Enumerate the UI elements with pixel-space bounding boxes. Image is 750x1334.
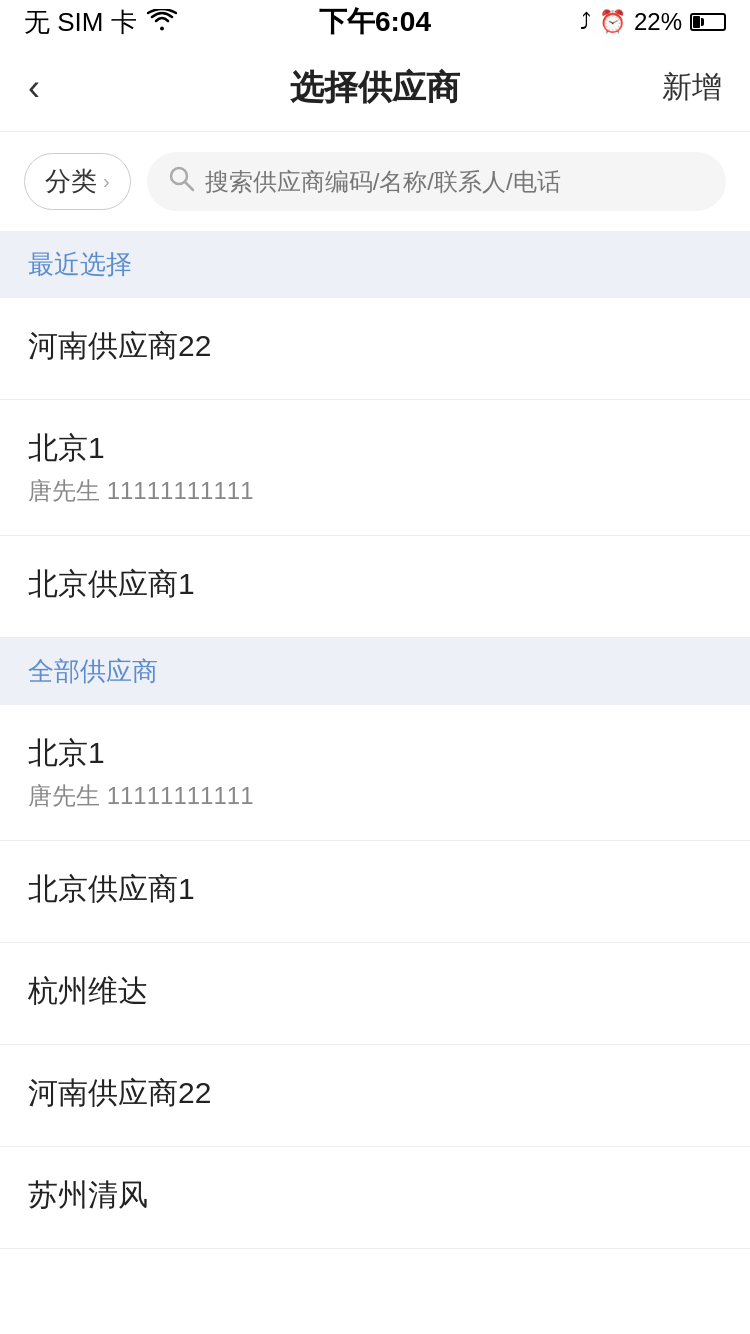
- all-section-label: 全部供应商: [28, 656, 158, 686]
- add-new-button[interactable]: 新增: [662, 67, 722, 108]
- recent-section-label: 最近选择: [28, 249, 132, 279]
- status-right: ⤴ ⏰ 22%: [580, 8, 726, 36]
- filter-bar: 分类 ›: [0, 132, 750, 231]
- nav-bar: ‹ 选择供应商 新增: [0, 44, 750, 132]
- search-input[interactable]: [205, 168, 706, 196]
- supplier-name: 北京供应商1: [28, 869, 722, 910]
- list-item[interactable]: 北京1 唐先生 11111111111: [0, 705, 750, 841]
- battery-icon: [690, 13, 726, 31]
- supplier-name: 北京1: [28, 428, 722, 469]
- status-time: 下午6:04: [319, 3, 431, 41]
- supplier-name: 苏州清风: [28, 1175, 722, 1216]
- svg-line-1: [185, 182, 193, 190]
- recent-section-header: 最近选择: [0, 231, 750, 298]
- alarm-icon: ⏰: [599, 9, 626, 35]
- status-bar: 无 SIM 卡 下午6:04 ⤴ ⏰ 22%: [0, 0, 750, 44]
- list-item[interactable]: 北京供应商1: [0, 536, 750, 638]
- supplier-contact: 唐先生 11111111111: [28, 780, 722, 812]
- battery-percent: 22%: [634, 8, 682, 36]
- search-box[interactable]: [147, 152, 726, 211]
- list-item[interactable]: 河南供应商22: [0, 298, 750, 400]
- supplier-name: 河南供应商22: [28, 326, 722, 367]
- list-item[interactable]: 苏州清风: [0, 1147, 750, 1249]
- no-sim-text: 无 SIM 卡: [24, 5, 137, 40]
- category-filter-button[interactable]: 分类 ›: [24, 153, 131, 210]
- supplier-name: 北京供应商1: [28, 564, 722, 605]
- supplier-name: 杭州维达: [28, 971, 722, 1012]
- list-item[interactable]: 杭州维达: [0, 943, 750, 1045]
- list-item[interactable]: 北京1 唐先生 11111111111: [0, 400, 750, 536]
- all-section-header: 全部供应商: [0, 638, 750, 705]
- status-left: 无 SIM 卡: [24, 5, 177, 40]
- category-label: 分类: [45, 164, 97, 199]
- recent-suppliers-list: 河南供应商22 北京1 唐先生 11111111111 北京供应商1: [0, 298, 750, 638]
- list-item[interactable]: 北京供应商1: [0, 841, 750, 943]
- back-button[interactable]: ‹: [28, 67, 88, 109]
- wifi-icon: [147, 7, 177, 38]
- list-item[interactable]: 河南供应商22: [0, 1045, 750, 1147]
- page-title: 选择供应商: [290, 65, 460, 111]
- chevron-right-icon: ›: [103, 170, 110, 193]
- location-icon: ⤴: [580, 9, 591, 35]
- all-suppliers-list: 北京1 唐先生 11111111111 北京供应商1 杭州维达河南供应商22 苏州清风: [0, 705, 750, 1249]
- supplier-name: 北京1: [28, 733, 722, 774]
- supplier-name: 河南供应商22: [28, 1073, 722, 1114]
- supplier-contact: 唐先生 11111111111: [28, 475, 722, 507]
- search-icon: [167, 164, 195, 199]
